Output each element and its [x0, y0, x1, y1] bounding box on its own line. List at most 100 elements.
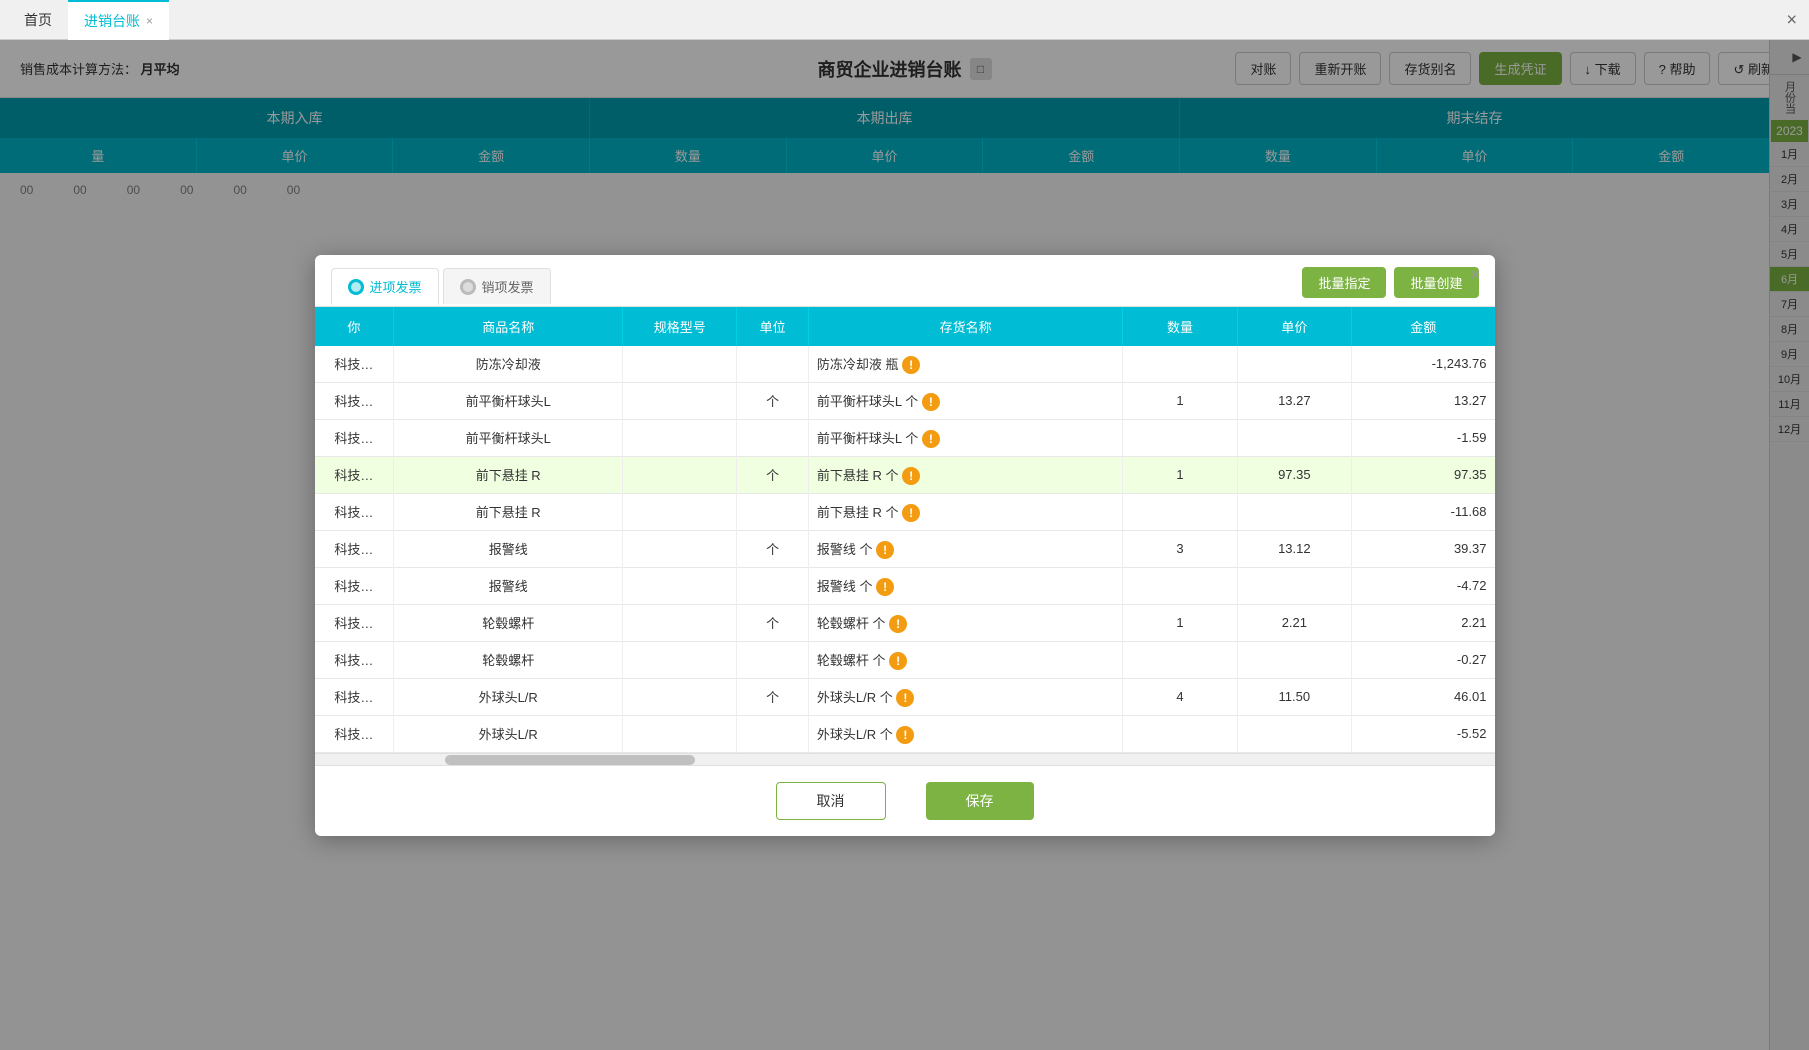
- table-cell: 科技…: [315, 346, 394, 383]
- warning-icon: !: [902, 504, 920, 522]
- invoice-table: 你 商品名称 规格型号 单位 存货名称 数量 单价 金额 科技…防冻冷却液防冻冷…: [315, 307, 1495, 753]
- table-cell: [737, 493, 808, 530]
- table-cell: 1: [1123, 456, 1237, 493]
- table-cell: [1123, 567, 1237, 604]
- table-cell: 轮毂螺杆 个 !: [808, 641, 1122, 678]
- table-cell: [623, 493, 737, 530]
- table-cell: 个: [737, 678, 808, 715]
- table-cell: [1237, 493, 1351, 530]
- table-cell: [1123, 715, 1237, 752]
- table-cell: [1123, 641, 1237, 678]
- table-cell: -1,243.76: [1352, 346, 1495, 383]
- table-cell: 外球头L/R: [394, 678, 623, 715]
- table-cell: 报警线 个 !: [808, 567, 1122, 604]
- top-tabbar: 首页 进销台账 × ×: [0, 0, 1809, 40]
- table-row: 科技…轮毂螺杆个轮毂螺杆 个 !12.212.21: [315, 604, 1495, 641]
- warning-icon: !: [902, 356, 920, 374]
- table-cell: 前平衡杆球头L 个 !: [808, 382, 1122, 419]
- batch-assign-button[interactable]: 批量指定: [1302, 267, 1386, 298]
- modal-dialog: 进项发票 销项发票 批量指定 批量创建 ×: [315, 255, 1495, 836]
- table-cell: 科技…: [315, 604, 394, 641]
- table-cell: 前平衡杆球头L 个 !: [808, 419, 1122, 456]
- tab-sales-invoice[interactable]: 销项发票: [443, 268, 551, 304]
- modal-header-actions: 批量指定 批量创建: [1302, 267, 1478, 306]
- table-cell: [1237, 419, 1351, 456]
- main-area: 销售成本计算方法： 月平均 商贸企业进销台账 □ 对账 重新开账 存货别名 生成…: [0, 40, 1809, 1050]
- table-cell: 轮毂螺杆 个 !: [808, 604, 1122, 641]
- scrollbar-thumb[interactable]: [445, 755, 695, 765]
- table-row: 科技…前下悬挂 R前下悬挂 R 个 !-11.68: [315, 493, 1495, 530]
- table-row: 科技…防冻冷却液防冻冷却液 瓶 !-1,243.76: [315, 346, 1495, 383]
- table-cell: -5.52: [1352, 715, 1495, 752]
- window-close-button[interactable]: ×: [1786, 9, 1797, 30]
- th-col4: 单位: [737, 307, 808, 346]
- table-cell: [623, 604, 737, 641]
- table-cell: 外球头L/R: [394, 715, 623, 752]
- table-cell: [1123, 419, 1237, 456]
- table-cell: 11.50: [1237, 678, 1351, 715]
- tab-ledger[interactable]: 进销台账 ×: [68, 0, 169, 40]
- table-cell: 前下悬挂 R: [394, 456, 623, 493]
- th-col6: 数量: [1123, 307, 1237, 346]
- th-col5: 存货名称: [808, 307, 1122, 346]
- table-cell: 97.35: [1237, 456, 1351, 493]
- sales-invoice-tab-icon: [460, 279, 476, 295]
- tab-home[interactable]: 首页: [8, 0, 68, 40]
- modal-close-button[interactable]: ×: [1470, 265, 1481, 286]
- modal-table-wrapper: 你 商品名称 规格型号 单位 存货名称 数量 单价 金额 科技…防冻冷却液防冻冷…: [315, 307, 1495, 753]
- table-cell: 个: [737, 382, 808, 419]
- table-cell: 科技…: [315, 419, 394, 456]
- table-cell: [737, 567, 808, 604]
- table-row: 科技…前平衡杆球头L 前平衡杆球头L 个 ! -1.59: [315, 419, 1495, 456]
- tab-ledger-close[interactable]: ×: [146, 14, 153, 28]
- purchase-invoice-tab-icon: [348, 279, 364, 295]
- cancel-button[interactable]: 取消: [776, 782, 886, 820]
- table-row: 科技…报警线个报警线 个 !313.1239.37: [315, 530, 1495, 567]
- tab-purchase-invoice[interactable]: 进项发票: [331, 268, 439, 305]
- batch-create-button[interactable]: 批量创建: [1394, 267, 1478, 298]
- modal-footer: 取消 保存: [315, 765, 1495, 836]
- modal-horizontal-scrollbar[interactable]: [315, 753, 1495, 765]
- table-cell: [1237, 346, 1351, 383]
- warning-icon: !: [922, 393, 940, 411]
- table-cell: 97.35: [1352, 456, 1495, 493]
- table-cell: 科技…: [315, 715, 394, 752]
- warning-icon: !: [889, 615, 907, 633]
- warning-icon: !: [922, 430, 940, 448]
- table-cell: 前平衡杆球头L: [394, 419, 623, 456]
- table-row: 科技…前平衡杆球头L个前平衡杆球头L 个 !113.2713.27: [315, 382, 1495, 419]
- table-cell: 科技…: [315, 456, 394, 493]
- table-cell: [737, 419, 808, 456]
- table-cell: 2.21: [1237, 604, 1351, 641]
- table-cell: 2.21: [1352, 604, 1495, 641]
- table-row: 科技…外球头L/R个外球头L/R 个 !411.5046.01: [315, 678, 1495, 715]
- table-cell: 科技…: [315, 567, 394, 604]
- table-cell: 科技…: [315, 493, 394, 530]
- table-row: 科技…外球头L/R外球头L/R 个 !-5.52: [315, 715, 1495, 752]
- table-cell: 科技…: [315, 641, 394, 678]
- table-cell: 科技…: [315, 530, 394, 567]
- table-cell: 1: [1123, 382, 1237, 419]
- table-cell: [623, 715, 737, 752]
- table-cell: 39.37: [1352, 530, 1495, 567]
- table-cell: 科技…: [315, 678, 394, 715]
- table-cell: 前下悬挂 R: [394, 493, 623, 530]
- table-cell: 轮毂螺杆: [394, 641, 623, 678]
- table-cell: 报警线: [394, 530, 623, 567]
- table-cell: [1237, 567, 1351, 604]
- table-cell: 防冻冷却液 瓶 !: [808, 346, 1122, 383]
- table-cell: 报警线 个 !: [808, 530, 1122, 567]
- th-col1: 你: [315, 307, 394, 346]
- table-cell: [623, 678, 737, 715]
- table-cell: 1: [1123, 604, 1237, 641]
- table-cell: -1.59: [1352, 419, 1495, 456]
- table-cell: 报警线: [394, 567, 623, 604]
- table-cell: [737, 346, 808, 383]
- table-cell: [1123, 346, 1237, 383]
- table-cell: [1237, 641, 1351, 678]
- save-button[interactable]: 保存: [926, 782, 1034, 820]
- table-cell: [623, 456, 737, 493]
- table-cell: 13.27: [1237, 382, 1351, 419]
- table-cell: [623, 641, 737, 678]
- table-cell: [623, 419, 737, 456]
